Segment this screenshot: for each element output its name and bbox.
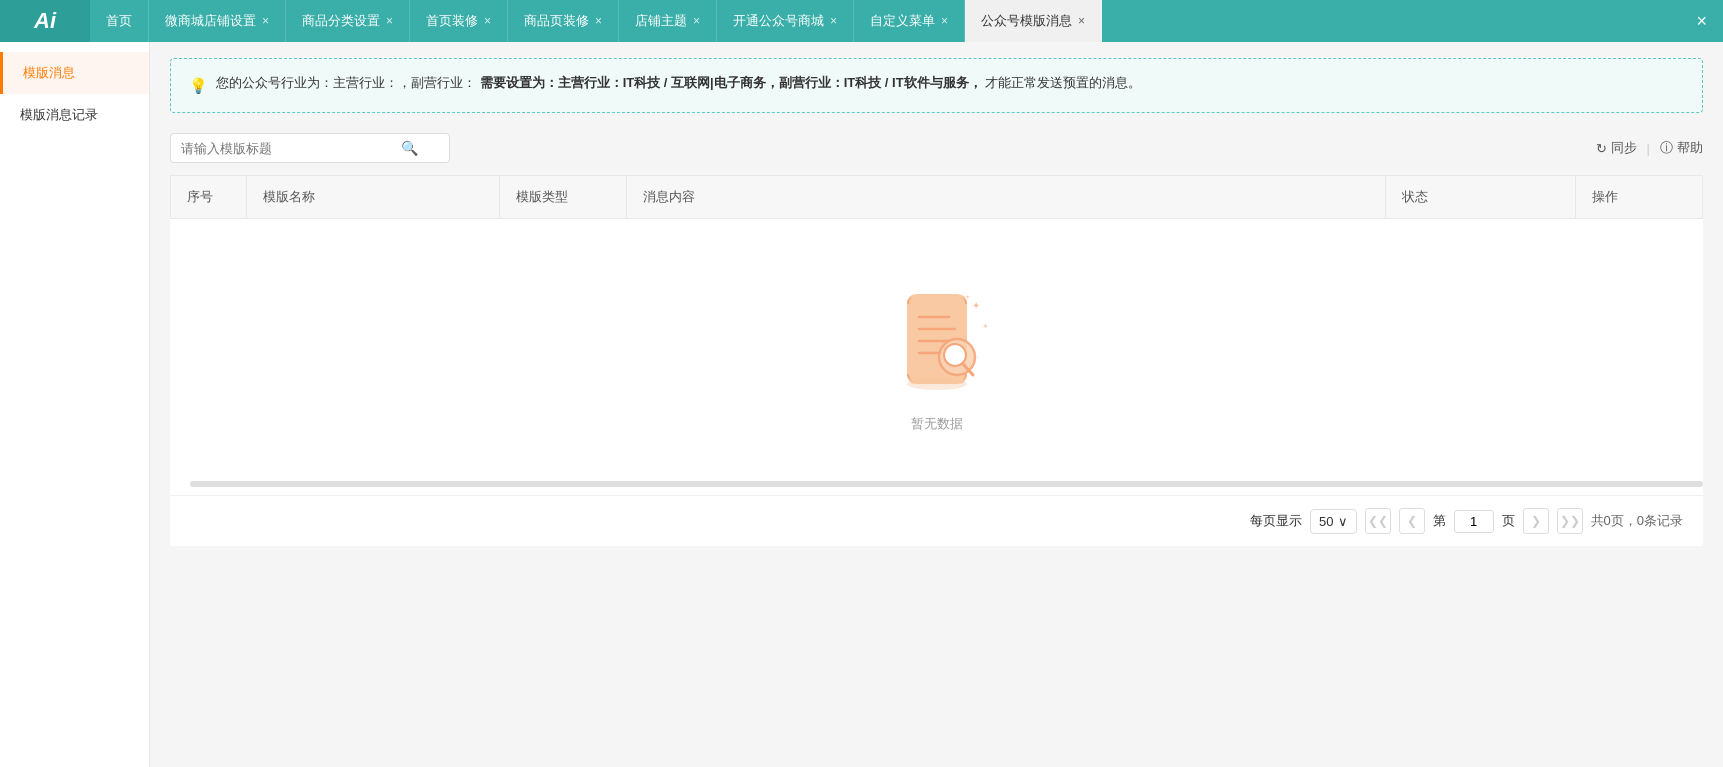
search-input[interactable] [181,141,401,156]
data-table: 序号模版名称模版类型消息内容状态操作 [170,175,1703,219]
notice-text: 您的公众号行业为：主营行业：，副营行业： 需要设置为：主营行业：IT科技 / 互… [216,73,1141,94]
last-page-button[interactable]: ❯❯ [1557,508,1583,534]
table-header-row: 序号模版名称模版类型消息内容状态操作 [171,176,1703,219]
toolbar-divider: | [1647,141,1650,156]
top-navigation: Ai 首页微商城店铺设置×商品分类设置×首页装修×商品页装修×店铺主题×开通公众… [0,0,1723,42]
nav-tab-close-6[interactable]: × [830,15,837,27]
nav-tab-8[interactable]: 公众号模版消息× [965,0,1102,42]
search-input-wrapper[interactable]: 🔍 [170,133,450,163]
sync-icon: ↻ [1596,141,1607,156]
nav-tab-6[interactable]: 开通公众号商城× [717,0,854,42]
logo: Ai [0,0,90,42]
notice-highlight: 需要设置为：主营行业：IT科技 / 互联网|电子商务，副营行业：IT科技 / I… [480,75,982,90]
sidebar-item-1[interactable]: 模版消息记录 [0,94,149,136]
nav-tab-5[interactable]: 店铺主题× [619,0,717,42]
nav-tab-close-1[interactable]: × [262,15,269,27]
nav-tab-3[interactable]: 首页装修× [410,0,508,42]
toolbar-right: ↻ 同步 | ⓘ 帮助 [1596,139,1703,157]
next-page-button[interactable]: ❯ [1523,508,1549,534]
main-layout: 模版消息模版消息记录 💡 您的公众号行业为：主营行业：，副营行业： 需要设置为：… [0,42,1723,767]
content-area: 💡 您的公众号行业为：主营行业：，副营行业： 需要设置为：主营行业：IT科技 /… [150,42,1723,767]
help-button[interactable]: ⓘ 帮助 [1660,139,1703,157]
nav-tab-7[interactable]: 自定义菜单× [854,0,965,42]
nav-tab-1[interactable]: 微商城店铺设置× [149,0,286,42]
empty-icon: ✦ ✦ ✦ [877,279,997,399]
svg-text:✦: ✦ [982,322,989,331]
page-label-pre: 第 [1433,512,1446,530]
nav-tab-0[interactable]: 首页 [90,0,149,42]
notice-icon: 💡 [189,74,208,98]
per-page-select[interactable]: 50 ∨ [1310,509,1356,534]
first-page-button[interactable]: ❮❮ [1365,508,1391,534]
chevron-down-icon: ∨ [1338,514,1348,529]
nav-tab-2[interactable]: 商品分类设置× [286,0,410,42]
help-icon: ⓘ [1660,139,1673,157]
page-label-post: 页 [1502,512,1515,530]
horizontal-scrollbar-area [170,473,1703,495]
sync-button[interactable]: ↻ 同步 [1596,139,1637,157]
nav-tab-close-7[interactable]: × [941,15,948,27]
nav-tab-close-4[interactable]: × [595,15,602,27]
col-header-0: 序号 [171,176,247,219]
pagination: 每页显示 50 ∨ ❮❮ ❮ 第 页 ❯ ❯❯ 共0页，0条记录 [170,495,1703,546]
nav-tab-close-2[interactable]: × [386,15,393,27]
per-page-label: 每页显示 [1250,512,1302,530]
col-header-5: 操作 [1576,176,1703,219]
nav-tab-close-3[interactable]: × [484,15,491,27]
svg-text:✦: ✦ [965,294,970,300]
page-number-input[interactable] [1454,510,1494,533]
col-header-1: 模版名称 [246,176,499,219]
search-bar: 🔍 ↻ 同步 | ⓘ 帮助 [170,133,1703,163]
nav-tab-close-5[interactable]: × [693,15,700,27]
col-header-2: 模版类型 [500,176,627,219]
sidebar: 模版消息模版消息记录 [0,42,150,767]
close-all-tabs-button[interactable]: × [1680,0,1723,42]
prev-page-button[interactable]: ❮ [1399,508,1425,534]
notice-bar: 💡 您的公众号行业为：主营行业：，副营行业： 需要设置为：主营行业：IT科技 /… [170,58,1703,113]
per-page-value: 50 [1319,514,1333,529]
nav-tab-4[interactable]: 商品页装修× [508,0,619,42]
nav-tab-close-8[interactable]: × [1078,15,1085,27]
sidebar-item-0[interactable]: 模版消息 [0,52,149,94]
horizontal-scrollbar[interactable] [190,481,1703,487]
search-icon[interactable]: 🔍 [401,140,418,156]
empty-text: 暂无数据 [911,415,963,433]
col-header-3: 消息内容 [626,176,1386,219]
nav-tabs: 首页微商城店铺设置×商品分类设置×首页装修×商品页装修×店铺主题×开通公众号商城… [90,0,1680,42]
empty-state: ✦ ✦ ✦ 暂无数据 [170,219,1703,473]
table-header: 序号模版名称模版类型消息内容状态操作 [171,176,1703,219]
svg-text:✦: ✦ [972,300,980,311]
total-info: 共0页，0条记录 [1591,512,1683,530]
col-header-4: 状态 [1386,176,1576,219]
